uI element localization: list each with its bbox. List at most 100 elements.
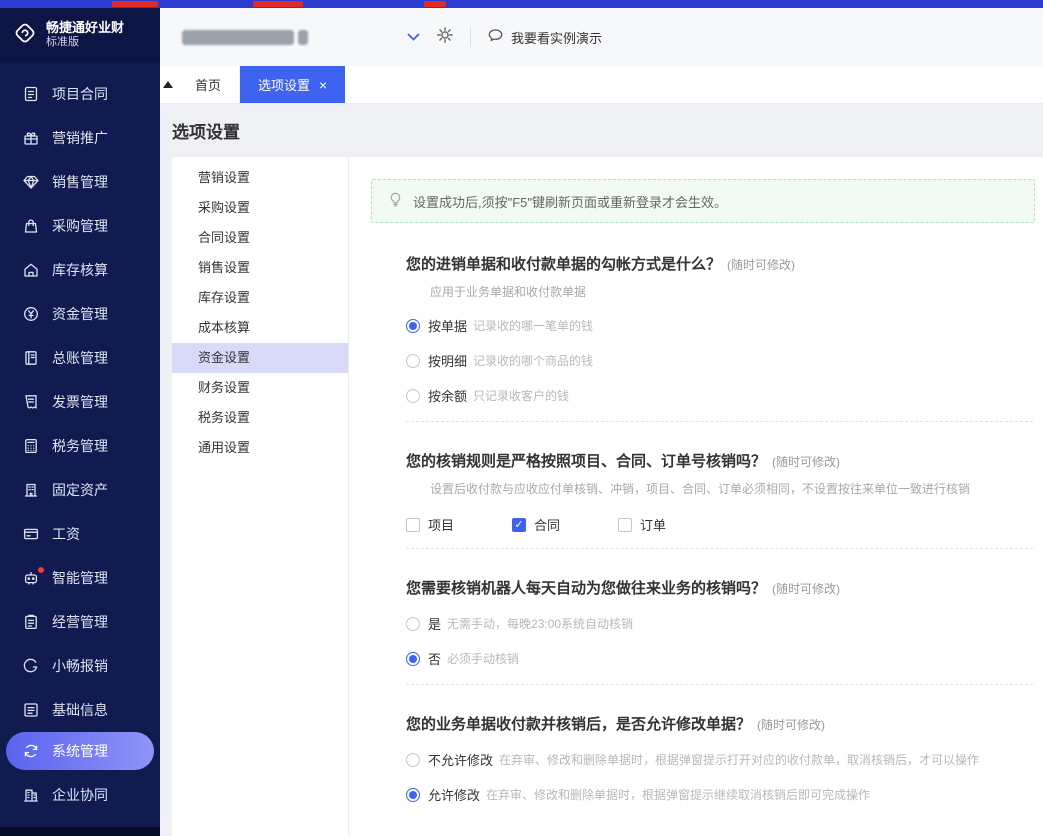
subnav-item-7[interactable]: 财务设置 [172,373,348,403]
sidebar-item-label: 工资 [52,526,80,542]
question-text: 您的核销规则是严格按照项目、合同、订单号核销吗？ [406,453,767,470]
subnav-item-8[interactable]: 税务设置 [172,403,348,433]
gear-icon[interactable] [436,26,454,49]
sidebar-item-1[interactable]: 营销推广 [0,116,160,160]
sidebar-item-12[interactable]: 经营管理 [0,600,160,644]
radio-control[interactable] [406,388,420,403]
contract-icon [22,85,40,103]
subnav-item-0[interactable]: 营销设置 [172,163,348,193]
tax-icon [22,437,40,455]
reimburse-icon [22,657,40,675]
sidebar-item-16[interactable]: 企业协同 [0,773,160,817]
radio-option-1[interactable]: 否必须手动核销 [406,649,1033,668]
demo-link[interactable]: 我要看实例演示 [487,27,602,47]
question-text: 您的业务单据收付款并核销后，是否允许修改单据？ [406,716,752,733]
subnav-item-5[interactable]: 成本核算 [172,313,348,343]
header-divider [470,27,471,47]
sidebar-bottom-strip [0,827,160,836]
option-label: 允许修改 [428,788,481,803]
question: 您的业务单据收付款并核销后，是否允许修改单据？ (随时可修改) [406,713,1033,734]
radio-option-0[interactable]: 是无需手动，每晚23:00系统自动核销 [406,614,1033,633]
subnav-item-2[interactable]: 合同设置 [172,223,348,253]
sidebar-item-4[interactable]: 库存核算 [0,248,160,292]
sidebar-menu: 项目合同 营销推广 销售管理 采购管理 库存核算 资金管理总账管理发票管理税务管理固定资产… [0,62,160,817]
radio-control[interactable] [406,353,420,368]
question-hint: (随时可修改) [772,455,841,469]
radio-option-2[interactable]: 按余额 只记录收客户的钱 [406,386,1033,405]
radio-control[interactable] [406,651,420,666]
sidebar-item-14[interactable]: 基础信息 [0,688,160,732]
tab-0[interactable]: 首页 [177,66,241,103]
question: 您的进销单据和收付款单据的勾帐方式是什么？ (随时可修改) [406,253,1033,274]
subnav-item-1[interactable]: 采购设置 [172,193,348,223]
radio-control[interactable] [406,318,420,333]
sidebar-item-5[interactable]: 资金管理 [0,292,160,336]
salary-icon [22,525,40,543]
subnav-item-3[interactable]: 销售设置 [172,253,348,283]
success-banner-text: 设置成功后,须按"F5"键刷新页面或重新登录才会生效。 [413,194,728,210]
option-group: 按单据 记录收的哪一笔单的钱 按明细 记录收的哪个商品的钱 按余额 只记录收客户的钱 [406,316,1033,405]
settings-sections: 您的进销单据和收付款单据的勾帐方式是什么？ (随时可修改) 应用于业务单据和收付款单… [349,223,1043,804]
sidebar-item-0[interactable]: 项目合同 [0,72,160,116]
checkbox-option-1[interactable]: ✓ 合同 [512,515,560,534]
tab-1[interactable]: 选项设置 × [240,66,346,103]
checkbox-control[interactable] [406,517,420,532]
tab-label: 首页 [195,78,222,93]
sidebar-item-label: 总账管理 [52,350,108,366]
sidebar-item-9[interactable]: 固定资产 [0,468,160,512]
sidebar-item-6[interactable]: 总账管理 [0,336,160,380]
radio-control[interactable] [406,752,420,767]
radio-option-1[interactable]: 按明细 记录收的哪个商品的钱 [406,351,1033,370]
radio-control[interactable] [406,616,420,631]
demo-link-label: 我要看实例演示 [511,30,603,46]
sidebar-item-13[interactable]: 小畅报销 [0,644,160,688]
sidebar-item-8[interactable]: 税务管理 [0,424,160,468]
invoice-icon [22,393,40,411]
company-selector[interactable] [182,28,420,46]
checkbox-control[interactable] [618,517,633,532]
subnav-item-6[interactable]: 资金设置 [172,343,348,373]
close-icon[interactable]: × [319,78,327,92]
question-hint: (随时可修改) [727,258,796,272]
redaction-box [424,1,446,7]
option-note: 在弃审、修改和删除单据时，根据弹窗提示继续取消核销后即可完成操作 [486,788,871,802]
option-note: 记录收的哪个商品的钱 [473,354,594,368]
sidebar-item-2[interactable]: 销售管理 [0,160,160,204]
sidebar-item-3[interactable]: 采购管理 [0,204,160,248]
sidebar-item-7[interactable]: 发票管理 [0,380,160,424]
sidebar-item-label: 智能管理 [52,570,108,586]
settings-section-0: 您的进销单据和收付款单据的勾帐方式是什么？ (随时可修改) 应用于业务单据和收付款单… [406,253,1033,405]
chevron-down-icon[interactable] [407,28,420,46]
checkbox-option-2[interactable]: 订单 [618,515,666,534]
question: 您需要核销机器人每天自动为您做往来业务的核销吗？ (随时可修改) [406,577,1033,598]
subnav-item-4[interactable]: 库存设置 [172,283,348,313]
option-note: 无需手动，每晚23:00系统自动核销 [447,617,634,631]
option-note: 记录收的哪一笔单的钱 [473,319,594,333]
sidebar-item-label: 发票管理 [52,394,108,410]
funds-icon [22,305,40,323]
sidebar-item-10[interactable]: 工资 [0,512,160,556]
sidebar-item-11[interactable]: 智能管理 [0,556,160,600]
option-note: 必须手动核销 [447,652,520,666]
option-label: 不允许修改 [428,753,494,768]
chanjet-logo-icon [12,20,38,51]
checkbox-control[interactable]: ✓ [512,517,527,532]
checkbox-option-0[interactable]: 项目 [406,515,454,534]
logo-edition: 标准版 [46,36,79,49]
redacted-company-name [182,29,294,45]
question: 您的核销规则是严格按照项目、合同、订单号核销吗？ (随时可修改) [406,450,1033,471]
radio-option-0[interactable]: 按单据 记录收的哪一笔单的钱 [406,316,1033,335]
sidebar-item-15[interactable]: 系统管理 [6,732,154,770]
notification-badge [38,567,44,573]
subnav-item-9[interactable]: 通用设置 [172,433,348,463]
sidebar-item-label: 固定资产 [52,482,108,498]
redacted-company-name [298,29,308,45]
scroll-up-icon[interactable] [163,81,173,88]
question-hint: (随时可修改) [772,582,841,596]
sidebar-item-label: 税务管理 [52,438,108,454]
option-label: 是 [428,617,442,632]
radio-option-0[interactable]: 不允许修改 在弃审、修改和删除单据时，根据弹窗提示打开对应的收付款单，取消核销后，… [406,750,1033,769]
radio-option-1[interactable]: 允许修改 在弃审、修改和删除单据时，根据弹窗提示继续取消核销后即可完成操作 [406,785,1033,804]
radio-control[interactable] [406,787,420,802]
settings-content: 设置成功后,须按"F5"键刷新页面或重新登录才会生效。 您的进销单据和收付款单据… [348,157,1043,836]
